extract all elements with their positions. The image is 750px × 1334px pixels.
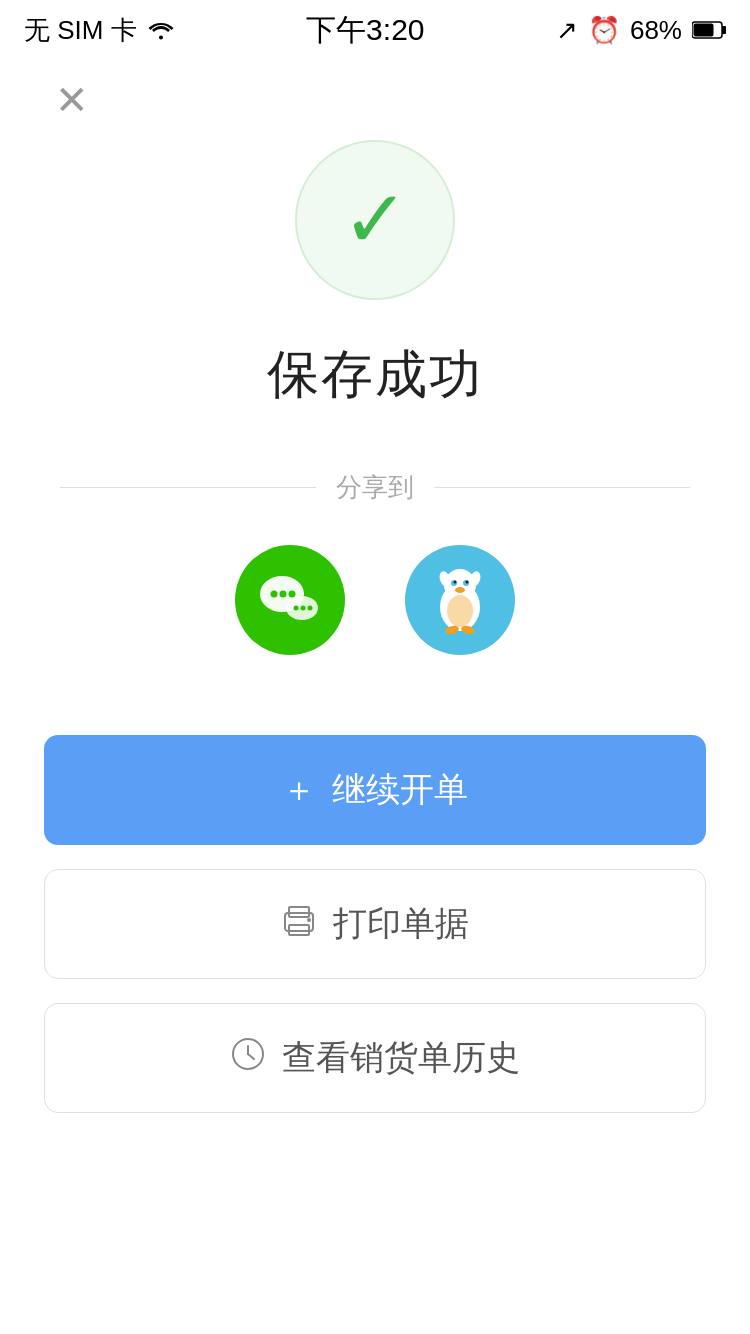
close-button[interactable]: ✕ [44,72,100,128]
print-button[interactable]: 打印单据 [44,869,706,979]
svg-point-6 [289,591,296,598]
svg-point-5 [280,591,287,598]
wechat-share-button[interactable] [235,545,345,655]
share-icons-row [235,545,515,655]
history-button[interactable]: 查看销货单历史 [44,1003,706,1113]
svg-rect-1 [722,26,726,34]
printer-icon [281,903,317,945]
svg-point-4 [271,591,278,598]
main-content: ✓ 保存成功 分享到 [0,60,750,1113]
qq-share-button[interactable] [405,545,515,655]
status-left: 无 SIM 卡 [24,13,175,48]
print-label: 打印单据 [333,901,469,947]
location-icon: ↗ [556,15,578,46]
checkmark-icon: ✓ [342,180,409,260]
svg-point-18 [447,595,473,627]
close-icon: ✕ [55,80,89,120]
battery-icon [692,21,726,39]
status-right: ↗ ⏰ 68% [556,15,726,46]
success-icon-circle: ✓ [295,140,455,300]
action-buttons: ＋ 继续开单 打印单据 [0,735,750,1113]
divider-line-right [434,487,690,488]
history-label: 查看销货单历史 [282,1035,520,1081]
battery-text: 68% [630,15,682,46]
status-time: 下午3:20 [306,10,424,51]
divider-line-left [60,487,316,488]
no-sim-text: 无 SIM 卡 [24,13,137,48]
clock-icon [230,1036,266,1080]
svg-point-26 [307,918,311,922]
qq-icon [428,565,492,635]
alarm-icon: ⏰ [588,15,620,46]
share-divider: 分享到 [0,470,750,505]
svg-point-10 [308,606,313,611]
status-bar: 无 SIM 卡 下午3:20 ↗ ⏰ 68% [0,0,750,60]
continue-button[interactable]: ＋ 继续开单 [44,735,706,845]
svg-rect-2 [693,24,713,37]
continue-label: 继续开单 [332,767,468,813]
svg-point-16 [466,581,469,584]
plus-icon: ＋ [282,767,316,813]
wechat-icon [256,570,324,630]
svg-point-15 [454,581,457,584]
svg-point-8 [294,606,299,611]
svg-point-17 [455,587,465,593]
success-title: 保存成功 [267,340,483,410]
share-label: 分享到 [316,470,434,505]
svg-line-29 [248,1054,254,1059]
svg-point-9 [301,606,306,611]
wifi-icon [147,19,175,41]
